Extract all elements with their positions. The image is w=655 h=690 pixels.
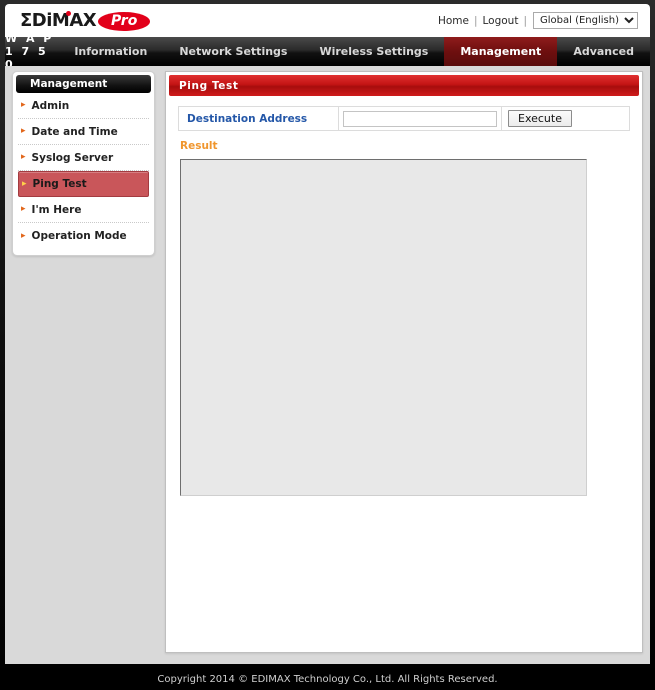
nav-item-management[interactable]: Management: [444, 37, 558, 66]
sidebar-item-label: I'm Here: [31, 203, 82, 216]
top-links: Home | Logout | Global (English): [434, 12, 638, 29]
nav-item-wireless-settings[interactable]: Wireless Settings: [303, 37, 444, 66]
nav-item-information[interactable]: Information: [58, 37, 163, 66]
device-model-label: W A P 1 7 5 0: [5, 32, 54, 71]
sidebar-item-admin[interactable]: ▸ Admin: [18, 93, 149, 119]
sidebar-item-ping-test[interactable]: ▸ Ping Test: [18, 171, 149, 197]
brand-badge-label: Pro: [110, 13, 138, 29]
logout-link[interactable]: Logout: [479, 15, 523, 27]
main-panel: Ping Test Destination Address Execute Re…: [165, 71, 643, 653]
result-label: Result: [180, 140, 218, 152]
chevron-right-icon: ▸: [22, 178, 27, 189]
sidebar-item-operation-mode[interactable]: ▸ Operation Mode: [18, 223, 149, 249]
sidebar-item-date-and-time[interactable]: ▸ Date and Time: [18, 119, 149, 145]
top-bar: ΣDiMAX Pro Home | Logout | Global (Engli…: [5, 4, 650, 37]
panel-title: Ping Test: [169, 75, 639, 96]
destination-address-label: Destination Address: [178, 106, 339, 131]
page-root: ΣDiMAX Pro Home | Logout | Global (Engli…: [0, 0, 655, 690]
brand-logo: ΣDiMAX Pro: [20, 10, 151, 32]
top-links-separator-2: |: [523, 14, 527, 27]
sidebar-item-label: Admin: [31, 99, 70, 112]
chevron-right-icon: ▸: [21, 126, 26, 136]
footer: Copyright 2014 © EDIMAX Technology Co., …: [0, 668, 655, 690]
brand-logo-dot: [66, 11, 71, 16]
sidebar-item-label: Date and Time: [31, 125, 118, 138]
chevron-right-icon: ▸: [21, 204, 26, 214]
main-navigation: W A P 1 7 5 0 Information Network Settin…: [5, 32, 650, 71]
destination-address-cell: [338, 106, 502, 131]
sidebar-item-label: Operation Mode: [31, 230, 127, 242]
sidebar-item-label: Syslog Server: [31, 151, 114, 164]
execute-cell: Execute: [501, 106, 630, 131]
chevron-right-icon: ▸: [21, 230, 26, 241]
sidebar: Management ▸ Admin ▸ Date and Time ▸ Sys…: [12, 71, 155, 256]
sidebar-item-syslog-server[interactable]: ▸ Syslog Server: [18, 145, 149, 171]
sidebar-header: Management: [16, 75, 151, 93]
sidebar-item-im-here[interactable]: ▸ I'm Here: [18, 197, 149, 223]
brand-logo-badge: Pro: [98, 10, 151, 32]
result-output[interactable]: [180, 159, 587, 496]
footer-copyright: Copyright 2014 © EDIMAX Technology Co., …: [157, 673, 498, 685]
ping-form-table: Destination Address Execute: [178, 106, 630, 131]
execute-button[interactable]: Execute: [508, 110, 572, 127]
nav-items: Information Network Settings Wireless Se…: [58, 37, 650, 66]
brand-logo-text: ΣDiMAX: [20, 10, 97, 31]
panel-body: Destination Address Execute Result: [166, 96, 642, 499]
chevron-right-icon: ▸: [21, 100, 26, 110]
nav-item-advanced[interactable]: Advanced: [557, 37, 650, 66]
table-row: Destination Address Execute: [178, 106, 630, 131]
nav-item-network-settings[interactable]: Network Settings: [163, 37, 303, 66]
home-link[interactable]: Home: [434, 15, 473, 27]
destination-address-input[interactable]: [343, 110, 497, 127]
content-area: Management ▸ Admin ▸ Date and Time ▸ Sys…: [5, 66, 650, 664]
sidebar-item-label: Ping Test: [32, 178, 87, 190]
chevron-right-icon: ▸: [21, 152, 26, 162]
language-select[interactable]: Global (English): [533, 12, 638, 29]
